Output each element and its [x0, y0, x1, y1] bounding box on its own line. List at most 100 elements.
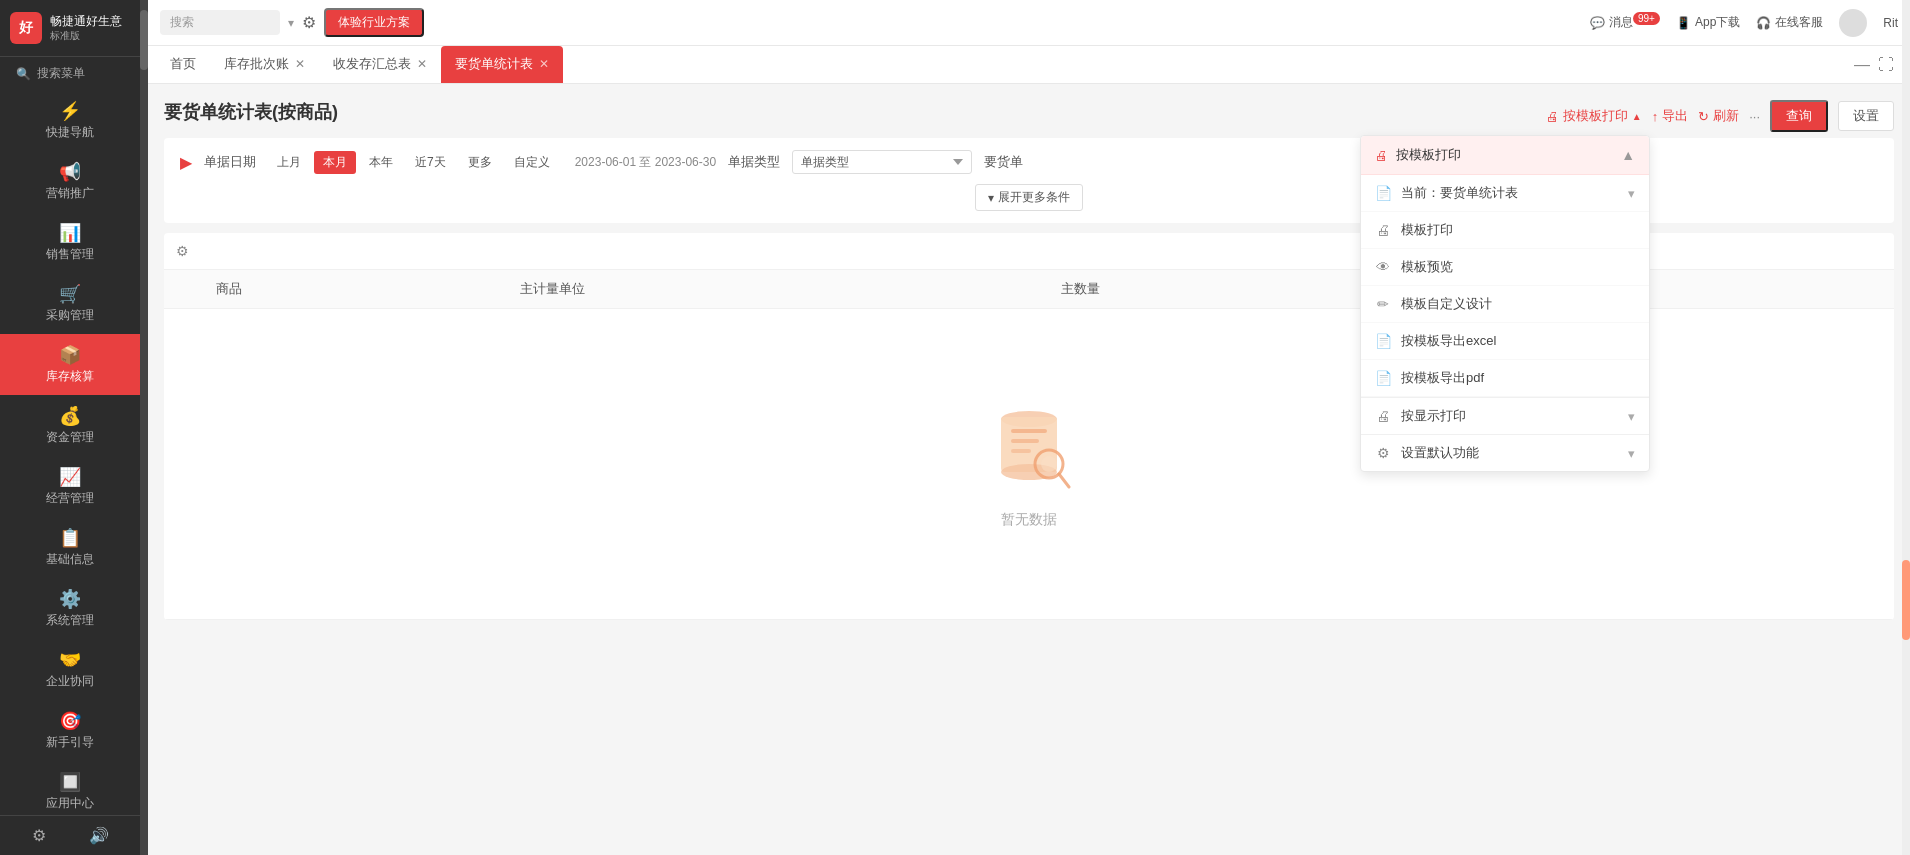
- topbar-search[interactable]: 搜索: [160, 10, 280, 35]
- tab-demand-stats[interactable]: 要货单统计表 ✕: [441, 46, 563, 83]
- expand-button[interactable]: ▾ 展开更多条件: [975, 184, 1083, 211]
- date-range-text: 2023-06-01 至 2023-06-30: [575, 154, 716, 171]
- sidebar-scrollbar[interactable]: [140, 0, 148, 855]
- tab-inventory-batch-label: 库存批次账: [224, 55, 289, 73]
- system-icon: ⚙️: [59, 588, 81, 610]
- purchase-icon: 🛒: [59, 283, 81, 305]
- operation-icon: 📈: [59, 466, 81, 488]
- doc-type-select[interactable]: 单据类型: [792, 150, 972, 174]
- username-label: Rit: [1883, 16, 1898, 30]
- dropdown-section-set-default[interactable]: ⚙ 设置默认功能 ▾: [1361, 434, 1649, 471]
- inventory-icon: 📦: [59, 344, 81, 366]
- dropdown-close-icon[interactable]: ▲: [1621, 147, 1635, 163]
- date-btn-last-7-days[interactable]: 近7天: [406, 151, 455, 174]
- svg-rect-4: [1011, 439, 1039, 443]
- sidebar-item-quick-nav[interactable]: ⚡ 快捷导航: [0, 90, 140, 151]
- print-chevron-icon[interactable]: ▲: [1632, 111, 1642, 122]
- sidebar-item-finance[interactable]: 💰 资金管理: [0, 395, 140, 456]
- user-avatar[interactable]: [1839, 9, 1867, 37]
- topbar-actions: 💬 消息 99+ 📱 App下载 🎧 在线客服 Rit: [1590, 9, 1898, 37]
- sidebar-item-purchase[interactable]: 🛒 采购管理: [0, 273, 140, 334]
- refresh-action[interactable]: ↻ 刷新: [1698, 107, 1739, 125]
- message-badge: 99+: [1633, 12, 1660, 25]
- sidebar-logo: 好 畅捷通好生意 标准版: [0, 0, 140, 57]
- settings-bottom-icon[interactable]: ⚙: [32, 826, 46, 845]
- topbar-search-text: 搜索: [170, 15, 194, 29]
- sidebar-bottom: ⚙ 🔊: [0, 815, 140, 855]
- trial-button[interactable]: 体验行业方案: [324, 8, 424, 37]
- tab-demand-stats-close[interactable]: ✕: [539, 57, 549, 71]
- dropdown-item-template-custom[interactable]: ✏ 模板自定义设计: [1361, 286, 1649, 323]
- right-scrollbar[interactable]: [1902, 0, 1910, 855]
- topbar-gear-icon[interactable]: ⚙: [302, 13, 316, 32]
- tab-receivable-summary-label: 收发存汇总表: [333, 55, 411, 73]
- sidebar-item-operation[interactable]: 📈 经营管理: [0, 456, 140, 517]
- sidebar-item-marketing[interactable]: 📢 营销推广: [0, 151, 140, 212]
- template-current-icon: 📄: [1375, 185, 1391, 201]
- expand-label: 展开更多条件: [998, 189, 1070, 206]
- dropdown-item-export-pdf[interactable]: 📄 按模板导出pdf: [1361, 360, 1649, 397]
- dropdown-title: 按模板打印: [1396, 146, 1461, 164]
- tab-maximize-icon[interactable]: ⛶: [1878, 56, 1894, 74]
- print-label: 按模板打印: [1563, 107, 1628, 125]
- page-actions: 🖨 按模板打印 ▲ ↑ 导出 ↻ 刷新 ··· 查询 设置: [1546, 100, 1894, 132]
- template-custom-label: 模板自定义设计: [1401, 295, 1492, 313]
- tab-receivable-summary-close[interactable]: ✕: [417, 57, 427, 71]
- app-download-action[interactable]: 📱 App下载: [1676, 14, 1740, 31]
- sidebar-item-label: 库存核算: [46, 368, 94, 385]
- export-action[interactable]: ↑ 导出: [1652, 107, 1689, 125]
- sidebar-item-inventory[interactable]: 📦 库存核算: [0, 334, 140, 395]
- print-action[interactable]: 🖨 按模板打印 ▲: [1546, 107, 1642, 125]
- dropdown-header: 🖨 按模板打印 ▲: [1361, 136, 1649, 175]
- tab-minimize-icon[interactable]: —: [1854, 56, 1870, 74]
- export-icon: ↑: [1652, 109, 1659, 124]
- date-btn-current-month[interactable]: 本月: [314, 151, 356, 174]
- col-product: 商品: [204, 270, 508, 309]
- app-logo-icon: 好: [10, 12, 42, 44]
- speaker-icon[interactable]: 🔊: [89, 826, 109, 845]
- tab-receivable-summary[interactable]: 收发存汇总表 ✕: [319, 46, 441, 83]
- date-btn-more[interactable]: 更多: [459, 151, 501, 174]
- sidebar-nav: ⚡ 快捷导航 📢 营销推广 📊 销售管理 🛒 采购管理 📦 库存核算 💰 资金管…: [0, 90, 140, 815]
- app-center-icon: 🔲: [59, 771, 81, 793]
- filter-expand-icon[interactable]: ▶: [180, 153, 192, 172]
- dropdown-current-arrow: ▾: [1628, 186, 1635, 201]
- sidebar-item-guide[interactable]: 🎯 新手引导: [0, 700, 140, 761]
- tab-home[interactable]: 首页: [156, 46, 210, 83]
- settings-button[interactable]: 设置: [1838, 101, 1894, 131]
- svg-line-7: [1059, 474, 1069, 487]
- refresh-label: 刷新: [1713, 107, 1739, 125]
- empty-text: 暂无数据: [1001, 511, 1057, 529]
- sidebar-item-label: 资金管理: [46, 429, 94, 446]
- display-print-icon: 🖨: [1375, 408, 1391, 424]
- message-action[interactable]: 💬 消息 99+: [1590, 14, 1660, 31]
- app-download-label: App下载: [1695, 14, 1740, 31]
- app-version: 标准版: [50, 29, 122, 43]
- dropdown-section-display-print[interactable]: 🖨 按显示打印 ▾: [1361, 397, 1649, 434]
- dropdown-current-template[interactable]: 📄 当前：要货单统计表 ▾: [1361, 175, 1649, 212]
- sidebar-search[interactable]: 🔍 搜索菜单: [0, 57, 140, 90]
- sidebar-item-sales[interactable]: 📊 销售管理: [0, 212, 140, 273]
- query-button[interactable]: 查询: [1770, 100, 1828, 132]
- sidebar-item-enterprise[interactable]: 🤝 企业协同: [0, 639, 140, 700]
- topbar-chevron-icon[interactable]: ▾: [288, 16, 294, 30]
- more-icon[interactable]: ···: [1749, 109, 1760, 124]
- current-template-label: 当前：要货单统计表: [1401, 184, 1518, 202]
- date-btn-last-month[interactable]: 上月: [268, 151, 310, 174]
- dropdown-item-template-print[interactable]: 🖨 模板打印: [1361, 212, 1649, 249]
- sales-icon: 📊: [59, 222, 81, 244]
- sidebar-item-system[interactable]: ⚙️ 系统管理: [0, 578, 140, 639]
- date-btn-current-year[interactable]: 本年: [360, 151, 402, 174]
- online-service-action[interactable]: 🎧 在线客服: [1756, 14, 1823, 31]
- tabs-right: — ⛶: [1854, 46, 1902, 83]
- sidebar-item-basic[interactable]: 📋 基础信息: [0, 517, 140, 578]
- dropdown-item-template-preview[interactable]: 👁 模板预览: [1361, 249, 1649, 286]
- table-settings-icon[interactable]: ⚙: [176, 243, 189, 259]
- sidebar-item-app-center[interactable]: 🔲 应用中心: [0, 761, 140, 815]
- set-default-arrow: ▾: [1628, 446, 1635, 461]
- dropdown-item-export-excel[interactable]: 📄 按模板导出excel: [1361, 323, 1649, 360]
- main-area: 搜索 ▾ ⚙ 体验行业方案 💬 消息 99+ 📱 App下载 🎧 在线客服 Ri…: [148, 0, 1910, 855]
- tab-inventory-batch-close[interactable]: ✕: [295, 57, 305, 71]
- date-btn-custom[interactable]: 自定义: [505, 151, 559, 174]
- tab-inventory-batch[interactable]: 库存批次账 ✕: [210, 46, 319, 83]
